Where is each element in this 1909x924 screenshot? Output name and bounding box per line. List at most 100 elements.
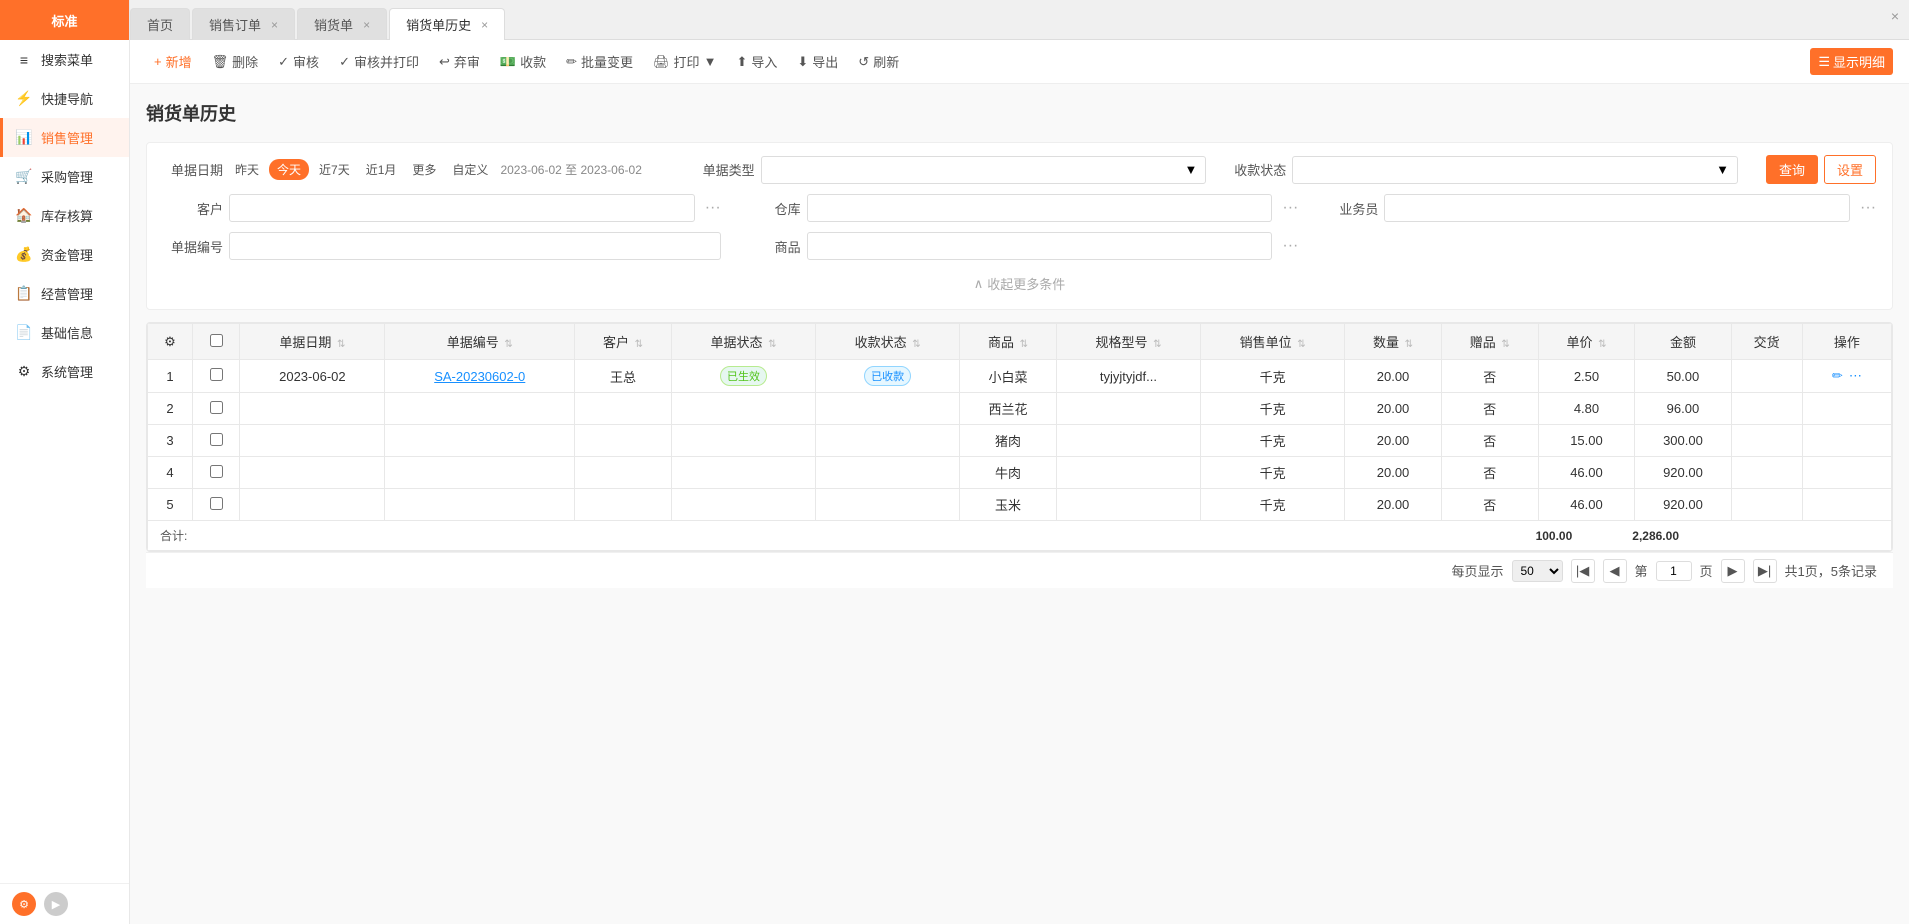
- tab-sales-order-close[interactable]: ×: [271, 18, 278, 32]
- tab-sales-order[interactable]: 销售订单 ×: [192, 8, 295, 40]
- page-input[interactable]: [1656, 561, 1692, 581]
- row-checkbox[interactable]: [192, 360, 239, 393]
- paystatus-sort-icon[interactable]: ⇅: [912, 339, 920, 350]
- tab-sales-history-close[interactable]: ×: [481, 18, 488, 32]
- col-checkbox[interactable]: [192, 324, 239, 360]
- sidebar-bottom-icon2[interactable]: ▶: [44, 892, 68, 916]
- payment-status-select[interactable]: ▼: [1292, 156, 1738, 184]
- qty-sort-icon[interactable]: ⇅: [1405, 339, 1413, 350]
- sidebar-item-basic-info[interactable]: 📄 基础信息: [0, 313, 129, 352]
- collect-button[interactable]: 💵 收款: [492, 48, 554, 75]
- sidebar-item-sales-mgmt[interactable]: 📊 销售管理: [0, 118, 129, 157]
- row-checkbox[interactable]: [192, 393, 239, 425]
- more-op-button[interactable]: ⋯: [1849, 368, 1862, 383]
- close-all-tabs-button[interactable]: ×: [1891, 8, 1899, 24]
- date-1month[interactable]: 近1月: [360, 159, 403, 180]
- query-button[interactable]: 查询: [1766, 155, 1818, 184]
- goods-input[interactable]: [807, 232, 1273, 260]
- sidebar-item-sys-mgmt[interactable]: ⚙ 系统管理: [0, 352, 129, 391]
- tab-home[interactable]: 首页: [130, 8, 190, 40]
- date-more[interactable]: 更多: [406, 159, 442, 180]
- row-delivery: [1731, 457, 1802, 489]
- app-logo: 标准: [0, 0, 129, 40]
- setting-button[interactable]: 设置: [1824, 155, 1876, 184]
- approve-print-icon: ✓: [339, 54, 350, 70]
- row-checkbox[interactable]: [192, 425, 239, 457]
- warehouse-picker[interactable]: ···: [1282, 199, 1298, 217]
- approve-button[interactable]: ✓ 审核: [270, 48, 327, 75]
- per-page-select[interactable]: 50 100: [1512, 560, 1563, 582]
- refresh-button[interactable]: ↺ 刷新: [850, 48, 907, 75]
- unit-sort-icon[interactable]: ⇅: [1297, 339, 1305, 350]
- gift-sort-icon[interactable]: ⇅: [1501, 339, 1509, 350]
- customer-input[interactable]: [229, 194, 695, 222]
- date-7days[interactable]: 近7天: [313, 159, 356, 180]
- batch-change-icon: ✏: [566, 54, 577, 70]
- sidebar-item-inventory[interactable]: 🏠 库存核算: [0, 196, 129, 235]
- doc-type-select[interactable]: ▼: [761, 156, 1207, 184]
- row-price: 4.80: [1538, 393, 1635, 425]
- new-icon: +: [154, 54, 162, 69]
- last-page-button[interactable]: ▶|: [1753, 559, 1777, 583]
- goods-sort-icon[interactable]: ⇅: [1020, 339, 1028, 350]
- prev-page-button[interactable]: ◀: [1603, 559, 1627, 583]
- new-button[interactable]: + 新增: [146, 48, 200, 75]
- import-button[interactable]: ⬆ 导入: [728, 48, 785, 75]
- sidebar-bottom: ⚙ ▶: [0, 883, 129, 924]
- sidebar-item-finance[interactable]: 💰 资金管理: [0, 235, 129, 274]
- docno-sort-icon[interactable]: ⇅: [504, 339, 512, 350]
- date-yesterday[interactable]: 昨天: [229, 159, 265, 180]
- page-content: 销货单历史 单据日期 昨天 今天 近7天 近1月 更多 自定义 2023-06-…: [130, 84, 1909, 924]
- tab-sales-history[interactable]: 销货单历史 ×: [389, 8, 505, 40]
- export-button[interactable]: ⬇ 导出: [789, 48, 846, 75]
- batch-change-button[interactable]: ✏ 批量变更: [558, 48, 641, 75]
- operator-picker[interactable]: ···: [1860, 199, 1876, 217]
- select-all-checkbox[interactable]: [210, 334, 223, 347]
- tab-sales-delivery-close[interactable]: ×: [363, 18, 370, 32]
- row-qty: 20.00: [1345, 425, 1442, 457]
- spec-sort-icon[interactable]: ⇅: [1153, 339, 1161, 350]
- docstatus-sort-icon[interactable]: ⇅: [768, 339, 776, 350]
- row-operation: [1802, 393, 1891, 425]
- col-doc-status: 单据状态 ⇅: [671, 324, 815, 360]
- row-amount: 920.00: [1635, 489, 1731, 521]
- first-page-button[interactable]: |◀: [1571, 559, 1595, 583]
- sidebar-item-purchase-mgmt[interactable]: 🛒 采购管理: [0, 157, 129, 196]
- doc-no-input[interactable]: [229, 232, 721, 260]
- date-custom[interactable]: 自定义: [446, 159, 494, 180]
- row-checkbox[interactable]: [192, 489, 239, 521]
- date-range-display: 2023-06-02 至 2023-06-02: [500, 161, 641, 178]
- col-settings[interactable]: ⚙: [148, 324, 193, 360]
- delete-button[interactable]: 🗑 删除: [204, 48, 267, 75]
- doc-no-label: 单据编号: [163, 237, 223, 256]
- edit-op-button[interactable]: ✏: [1832, 368, 1843, 383]
- row-amount: 50.00: [1635, 360, 1731, 393]
- customer-sort-icon[interactable]: ⇅: [635, 339, 643, 350]
- sidebar-bottom-icon[interactable]: ⚙: [12, 892, 36, 916]
- warehouse-input[interactable]: [807, 194, 1273, 222]
- sidebar-item-ops-mgmt[interactable]: 📋 经营管理: [0, 274, 129, 313]
- total-label: 合计:: [160, 527, 187, 544]
- print-button[interactable]: 🖨 打印 ▼: [645, 48, 724, 75]
- row-payment-status: 已收款: [816, 360, 960, 393]
- unapprove-button[interactable]: ↩ 弃审: [431, 48, 488, 75]
- approve-print-button[interactable]: ✓ 审核并打印: [331, 48, 427, 75]
- date-sort-icon[interactable]: ⇅: [337, 339, 345, 350]
- col-customer: 客户 ⇅: [575, 324, 672, 360]
- price-sort-icon[interactable]: ⇅: [1598, 339, 1606, 350]
- table-container: ⚙ 单据日期 ⇅ 单据编号 ⇅ 客户 ⇅: [146, 322, 1893, 552]
- col-unit: 销售单位 ⇅: [1201, 324, 1345, 360]
- row-checkbox[interactable]: [192, 457, 239, 489]
- collapse-button[interactable]: ∧ 收起更多条件: [163, 270, 1876, 297]
- operator-input[interactable]: [1384, 194, 1850, 222]
- customer-picker[interactable]: ···: [705, 199, 721, 217]
- next-page-button[interactable]: ▶: [1721, 559, 1745, 583]
- tab-sales-delivery[interactable]: 销货单 ×: [297, 8, 387, 40]
- toolbar: + 新增 🗑 删除 ✓ 审核 ✓ 审核并打印 ↩ 弃审 💵 收款 ✏ 批量变更 …: [130, 40, 1909, 84]
- sidebar-item-quick-nav[interactable]: ⚡ 快捷导航: [0, 79, 129, 118]
- doc-no-link[interactable]: SA-20230602-0: [434, 369, 525, 384]
- sidebar-item-search-menu[interactable]: ≡ 搜索菜单: [0, 40, 129, 79]
- goods-picker[interactable]: ···: [1282, 237, 1298, 255]
- display-detail-button[interactable]: ☰ 显示明细: [1810, 48, 1893, 75]
- date-today[interactable]: 今天: [269, 159, 309, 180]
